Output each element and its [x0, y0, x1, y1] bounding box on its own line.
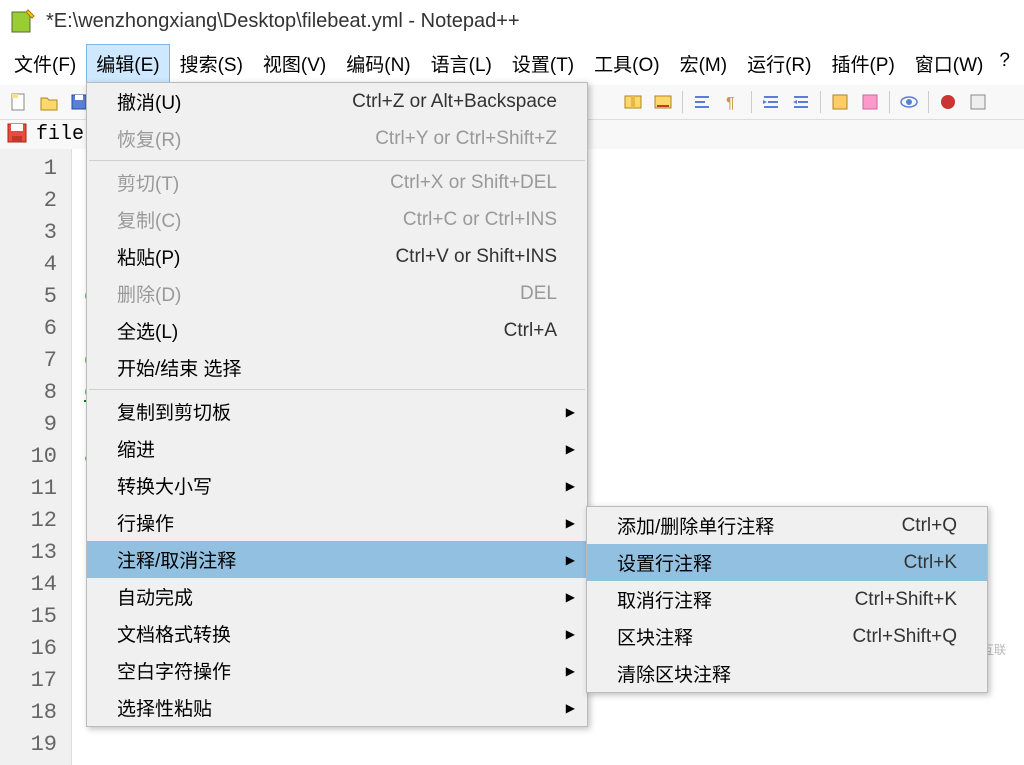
chevron-right-icon: ▶	[566, 516, 575, 530]
wrap-icon[interactable]	[689, 89, 715, 115]
record-icon[interactable]	[935, 89, 961, 115]
menu-copy[interactable]: 复制(C)Ctrl+C or Ctrl+INS	[87, 201, 587, 238]
line-number: 9	[0, 409, 57, 441]
line-number: 4	[0, 249, 57, 281]
menu-toggle-line-comment[interactable]: 添加/删除单行注释Ctrl+Q	[587, 507, 987, 544]
new-icon[interactable]	[6, 89, 32, 115]
menu-bar: 文件(F) 编辑(E) 搜索(S) 视图(V) 编码(N) 语言(L) 设置(T…	[0, 42, 1024, 85]
edit-menu: 撤消(U)Ctrl+Z or Alt+Backspace 恢复(R)Ctrl+Y…	[86, 82, 588, 727]
menu-view[interactable]: 视图(V)	[253, 44, 336, 83]
tool-icon[interactable]	[965, 89, 991, 115]
line-number: 8	[0, 377, 57, 409]
menu-redo[interactable]: 恢复(R)Ctrl+Y or Ctrl+Shift+Z	[87, 120, 587, 157]
separator	[820, 91, 821, 113]
separator	[751, 91, 752, 113]
line-number: 19	[0, 729, 57, 761]
menu-set-line-comment[interactable]: 设置行注释Ctrl+K	[587, 544, 987, 581]
menu-search[interactable]: 搜索(S)	[170, 44, 253, 83]
separator	[928, 91, 929, 113]
outdent-icon[interactable]	[788, 89, 814, 115]
chevron-right-icon: ▶	[566, 442, 575, 456]
tool-icon[interactable]	[857, 89, 883, 115]
chevron-right-icon: ▶	[566, 405, 575, 419]
menu-help[interactable]: ?	[993, 44, 1016, 83]
menu-convert-case[interactable]: 转换大小写▶	[87, 467, 587, 504]
menu-blank-ops[interactable]: 空白字符操作▶	[87, 652, 587, 689]
tab-filename[interactable]: file	[36, 123, 84, 146]
menu-encoding[interactable]: 编码(N)	[336, 44, 420, 83]
menu-indent[interactable]: 缩进▶	[87, 430, 587, 467]
menu-comment-toggle[interactable]: 注释/取消注释▶	[87, 541, 587, 578]
menu-run[interactable]: 运行(R)	[737, 44, 821, 83]
menu-clear-block-comment[interactable]: 清除区块注释	[587, 655, 987, 692]
menu-tools[interactable]: 工具(O)	[584, 44, 669, 83]
line-number: 18	[0, 697, 57, 729]
menu-select-all[interactable]: 全选(L)Ctrl+A	[87, 312, 587, 349]
line-number: 5	[0, 281, 57, 313]
save-disk-icon[interactable]	[6, 122, 28, 147]
line-number: 3	[0, 217, 57, 249]
window-title: *E:\wenzhongxiang\Desktop\filebeat.yml -…	[46, 10, 520, 33]
line-number: 7	[0, 345, 57, 377]
line-number: 15	[0, 601, 57, 633]
line-number: 1	[0, 153, 57, 185]
menu-line-ops[interactable]: 行操作▶	[87, 504, 587, 541]
line-number: 17	[0, 665, 57, 697]
menu-delete[interactable]: 删除(D)DEL	[87, 275, 587, 312]
tool-icon[interactable]	[650, 89, 676, 115]
menu-eol-convert[interactable]: 文档格式转换▶	[87, 615, 587, 652]
line-gutter: 12345678910111213141516171819	[0, 149, 72, 765]
chevron-right-icon: ▶	[566, 479, 575, 493]
chevron-right-icon: ▶	[566, 701, 575, 715]
menu-begin-end-select[interactable]: 开始/结束 选择	[87, 349, 587, 386]
title-bar: *E:\wenzhongxiang\Desktop\filebeat.yml -…	[0, 0, 1024, 42]
menu-window[interactable]: 窗口(W)	[905, 44, 994, 83]
line-number: 14	[0, 569, 57, 601]
menu-remove-line-comment[interactable]: 取消行注释Ctrl+Shift+K	[587, 581, 987, 618]
menu-undo[interactable]: 撤消(U)Ctrl+Z or Alt+Backspace	[87, 83, 587, 120]
line-number: 2	[0, 185, 57, 217]
chevron-right-icon: ▶	[566, 590, 575, 604]
pilcrow-icon[interactable]: ¶	[719, 89, 745, 115]
open-icon[interactable]	[36, 89, 62, 115]
eye-icon[interactable]	[896, 89, 922, 115]
separator	[889, 91, 890, 113]
menu-macro[interactable]: 宏(M)	[670, 44, 737, 83]
menu-settings[interactable]: 设置(T)	[502, 44, 584, 83]
tool-icon[interactable]	[620, 89, 646, 115]
menu-paste-special[interactable]: 选择性粘贴▶	[87, 689, 587, 726]
line-number: 11	[0, 473, 57, 505]
notepadpp-icon	[10, 8, 36, 34]
menu-edit[interactable]: 编辑(E)	[86, 44, 169, 83]
menu-autocomplete[interactable]: 自动完成▶	[87, 578, 587, 615]
menu-copy-clipboard[interactable]: 复制到剪切板▶	[87, 393, 587, 430]
tool-icon[interactable]	[827, 89, 853, 115]
menu-cut[interactable]: 剪切(T)Ctrl+X or Shift+DEL	[87, 164, 587, 201]
line-number: 6	[0, 313, 57, 345]
menu-paste[interactable]: 粘贴(P)Ctrl+V or Shift+INS	[87, 238, 587, 275]
comment-submenu: 添加/删除单行注释Ctrl+Q 设置行注释Ctrl+K 取消行注释Ctrl+Sh…	[586, 506, 988, 693]
menu-plugins[interactable]: 插件(P)	[821, 44, 904, 83]
chevron-right-icon: ▶	[566, 553, 575, 567]
menu-language[interactable]: 语言(L)	[421, 44, 502, 83]
line-number: 16	[0, 633, 57, 665]
indent-icon[interactable]	[758, 89, 784, 115]
menu-file[interactable]: 文件(F)	[4, 44, 86, 83]
menu-block-comment[interactable]: 区块注释Ctrl+Shift+Q	[587, 618, 987, 655]
svg-text:¶: ¶	[726, 95, 735, 112]
line-number: 13	[0, 537, 57, 569]
chevron-right-icon: ▶	[566, 627, 575, 641]
line-number: 12	[0, 505, 57, 537]
line-number: 10	[0, 441, 57, 473]
menu-separator	[89, 389, 585, 390]
code-line[interactable]	[84, 729, 480, 761]
separator	[682, 91, 683, 113]
menu-separator	[89, 160, 585, 161]
chevron-right-icon: ▶	[566, 664, 575, 678]
